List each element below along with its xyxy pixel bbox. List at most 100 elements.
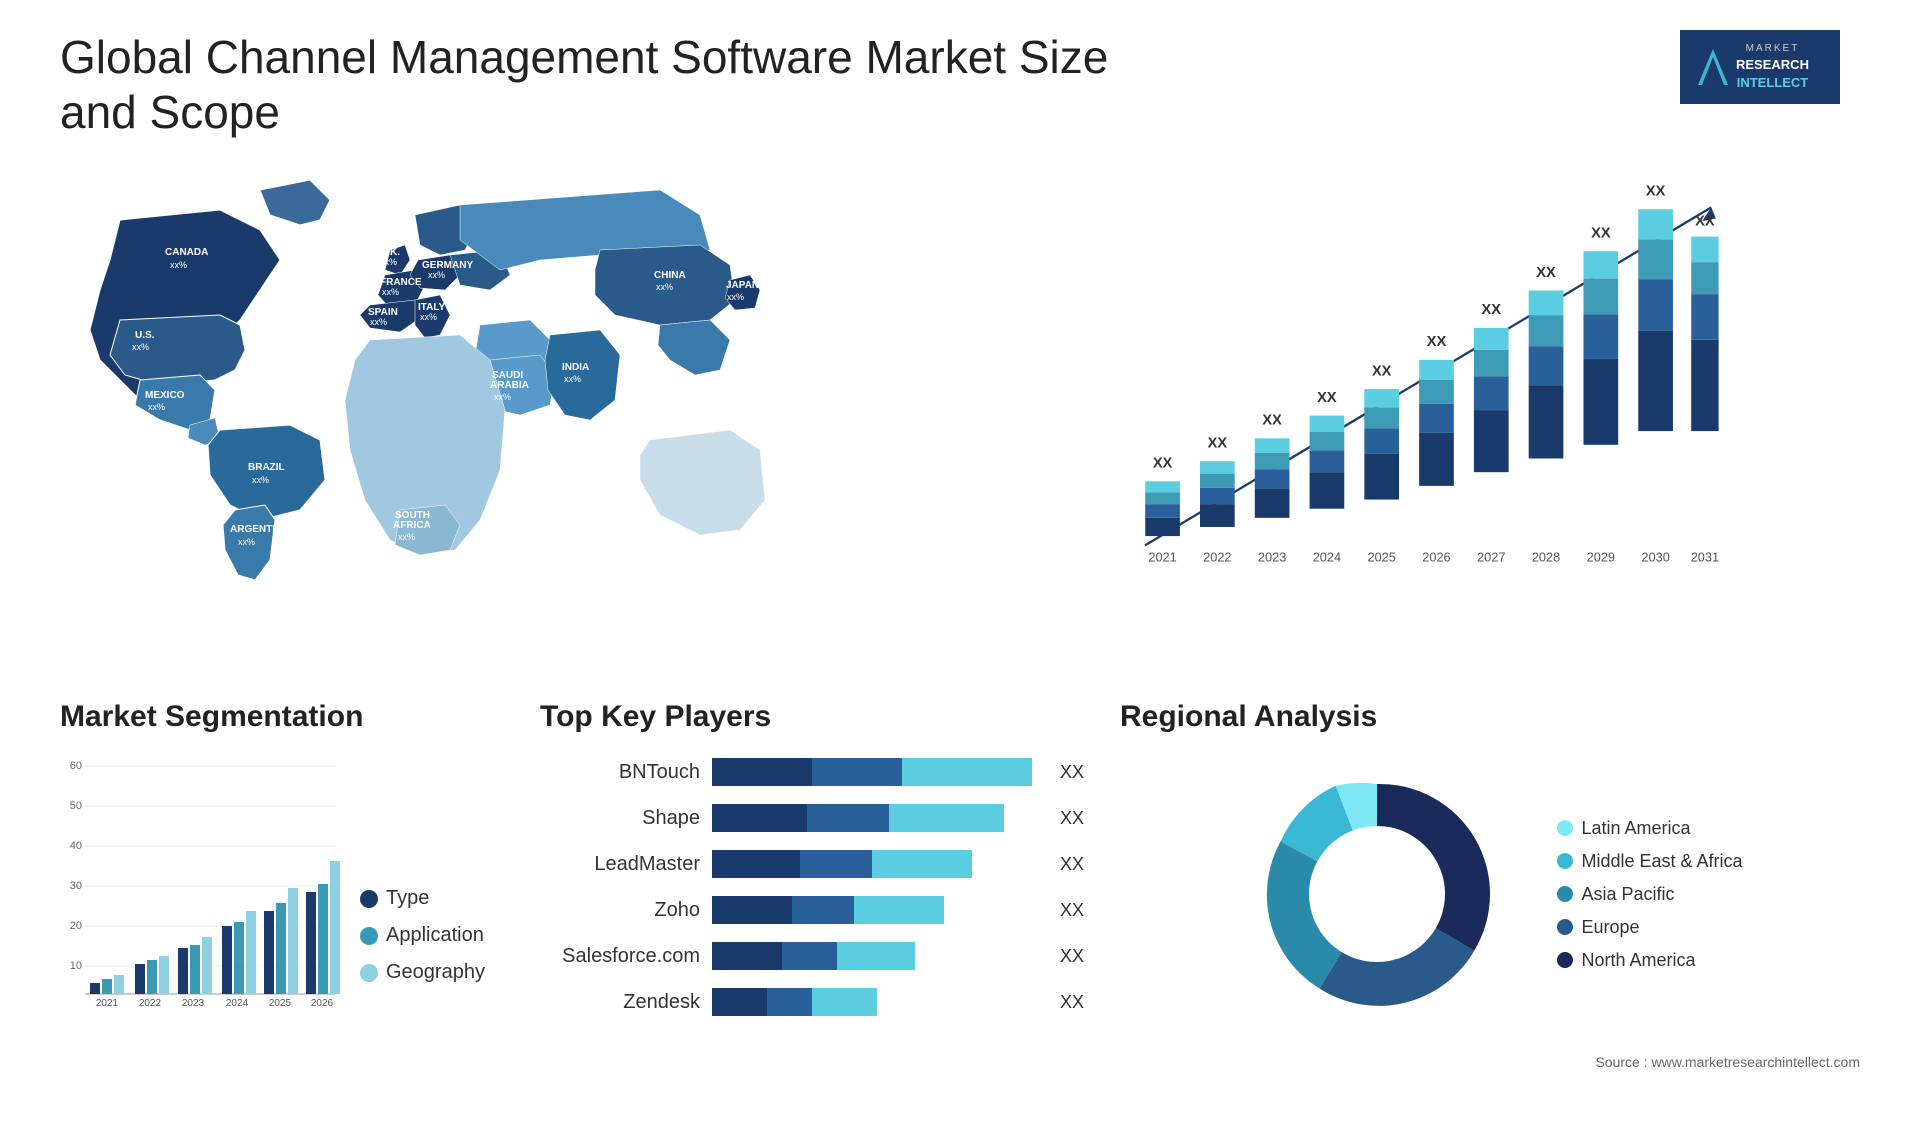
top-section: CANADA xx% U.S. xx% MEXICO xx% BRAZIL xx…	[60, 160, 1860, 660]
player-row-zendesk: Zendesk XX	[540, 984, 1100, 1020]
donut-container: Latin America Middle East & Africa Asia …	[1120, 754, 1860, 1034]
map-value-uk: xx%	[380, 257, 397, 267]
map-label-china: CHINA	[654, 270, 686, 281]
legend-latin-america: Latin America	[1557, 818, 1742, 839]
players-title: Top Key Players	[540, 700, 1100, 734]
map-label-mexico: MEXICO	[145, 390, 185, 401]
logo-icon	[1698, 49, 1728, 85]
map-value-germany: xx%	[428, 270, 445, 280]
player-name-salesforce: Salesforce.com	[540, 945, 700, 968]
map-value-brazil: xx%	[252, 475, 269, 485]
logo-box: MARKET RESEARCH INTELLECT	[1680, 30, 1840, 104]
map-area: CANADA xx% U.S. xx% MEXICO xx% BRAZIL xx…	[60, 160, 920, 660]
map-label-india: INDIA	[562, 362, 589, 373]
legend-label-type: Type	[386, 887, 429, 910]
players-list: BNTouch XX Shape	[540, 754, 1100, 1020]
map-value-us: xx%	[132, 342, 149, 352]
svg-text:XX: XX	[1695, 214, 1715, 230]
svg-text:2028: 2028	[1532, 550, 1560, 565]
label-middle-east: Middle East & Africa	[1581, 851, 1742, 872]
player-bar-zoho: XX	[712, 892, 1100, 928]
svg-text:XX: XX	[1482, 303, 1502, 319]
player-value-zendesk: XX	[1060, 984, 1084, 1020]
logo-line2: RESEARCH	[1736, 56, 1809, 74]
svg-text:2021: 2021	[96, 998, 119, 1009]
player-row-bntouch: BNTouch XX	[540, 754, 1100, 790]
dot-north-america	[1557, 952, 1573, 968]
page-container: Global Channel Management Software Marke…	[0, 0, 1920, 1146]
player-row-salesforce: Salesforce.com XX	[540, 938, 1100, 974]
map-value-india: xx%	[564, 374, 581, 384]
player-bar-zendesk: XX	[712, 984, 1100, 1020]
player-value-bntouch: XX	[1060, 754, 1084, 790]
legend-application: Application	[360, 924, 485, 947]
legend-asia-pacific: Asia Pacific	[1557, 884, 1742, 905]
label-asia-pacific: Asia Pacific	[1581, 884, 1674, 905]
player-row-zoho: Zoho XX	[540, 892, 1100, 928]
bar-chart-area: XX 2021 XX 2022 XX 2023	[960, 160, 1860, 660]
map-value-sa: xx%	[398, 532, 415, 542]
legend-dot-geography	[360, 964, 378, 982]
player-value-leadmaster: XX	[1060, 846, 1084, 882]
player-name-shape: Shape	[540, 807, 700, 830]
players-area: Top Key Players BNTouch XX Shape	[540, 700, 1100, 1070]
legend-label-geography: Geography	[386, 961, 485, 984]
logo-line3: INTELLECT	[1736, 74, 1809, 92]
label-north-america: North America	[1581, 950, 1695, 971]
svg-text:2031: 2031	[1691, 550, 1719, 565]
map-label-japan: JAPAN	[726, 280, 759, 291]
map-label-sa2: AFRICA	[393, 520, 431, 531]
player-bar-leadmaster: XX	[712, 846, 1100, 882]
svg-text:2024: 2024	[1313, 550, 1341, 565]
label-latin-america: Latin America	[1581, 818, 1690, 839]
svg-text:XX: XX	[1208, 436, 1228, 452]
header: Global Channel Management Software Marke…	[60, 30, 1860, 140]
dot-asia-pacific	[1557, 886, 1573, 902]
legend-europe: Europe	[1557, 917, 1742, 938]
world-map: CANADA xx% U.S. xx% MEXICO xx% BRAZIL xx…	[60, 160, 840, 620]
bottom-section: Market Segmentation 60 50 40 30 20 10	[60, 700, 1860, 1070]
regional-area: Regional Analysis	[1120, 700, 1860, 1070]
svg-text:2021: 2021	[1148, 550, 1176, 565]
svg-text:10: 10	[70, 960, 82, 972]
svg-text:2029: 2029	[1587, 550, 1615, 565]
seg-bar-chart: 60 50 40 30 20 10	[60, 754, 340, 1014]
svg-text:2026: 2026	[1422, 550, 1450, 565]
svg-text:2030: 2030	[1641, 550, 1669, 565]
svg-text:XX: XX	[1317, 390, 1337, 406]
regional-legend: Latin America Middle East & Africa Asia …	[1557, 818, 1742, 971]
player-row-shape: Shape XX	[540, 800, 1100, 836]
svg-text:XX: XX	[1591, 226, 1611, 242]
map-value-spain: xx%	[370, 317, 387, 327]
player-row-leadmaster: LeadMaster XX	[540, 846, 1100, 882]
dot-europe	[1557, 919, 1573, 935]
seg-legend: Type Application Geography	[360, 887, 485, 1014]
player-bar-bntouch: XX	[712, 754, 1100, 790]
logo-area: MARKET RESEARCH INTELLECT	[1660, 30, 1860, 104]
map-label-saudi2: ARABIA	[490, 380, 529, 391]
map-value-china: xx%	[656, 282, 673, 292]
svg-text:2025: 2025	[1367, 550, 1395, 565]
player-name-bntouch: BNTouch	[540, 761, 700, 784]
svg-text:XX: XX	[1536, 265, 1556, 281]
svg-text:XX: XX	[1262, 413, 1282, 429]
regional-title: Regional Analysis	[1120, 700, 1860, 734]
source-text: Source : www.marketresearchintellect.com	[1120, 1054, 1860, 1070]
svg-text:XX: XX	[1427, 335, 1447, 351]
map-value-japan: xx%	[727, 292, 744, 302]
svg-text:XX: XX	[1646, 184, 1666, 200]
svg-text:2022: 2022	[1203, 550, 1231, 565]
player-name-leadmaster: LeadMaster	[540, 853, 700, 876]
svg-text:40: 40	[70, 840, 82, 852]
player-value-zoho: XX	[1060, 892, 1084, 928]
player-name-zoho: Zoho	[540, 899, 700, 922]
map-value-france: xx%	[382, 287, 399, 297]
map-label-argentina: ARGENTINA	[230, 524, 289, 535]
donut-chart-svg	[1237, 754, 1517, 1034]
dot-middle-east	[1557, 853, 1573, 869]
player-bar-shape: XX	[712, 800, 1100, 836]
svg-text:XX: XX	[1372, 364, 1392, 380]
map-label-us: U.S.	[135, 330, 155, 341]
map-value-italy: xx%	[420, 312, 437, 322]
bar-chart-svg: XX 2021 XX 2022 XX 2023	[980, 180, 1840, 600]
